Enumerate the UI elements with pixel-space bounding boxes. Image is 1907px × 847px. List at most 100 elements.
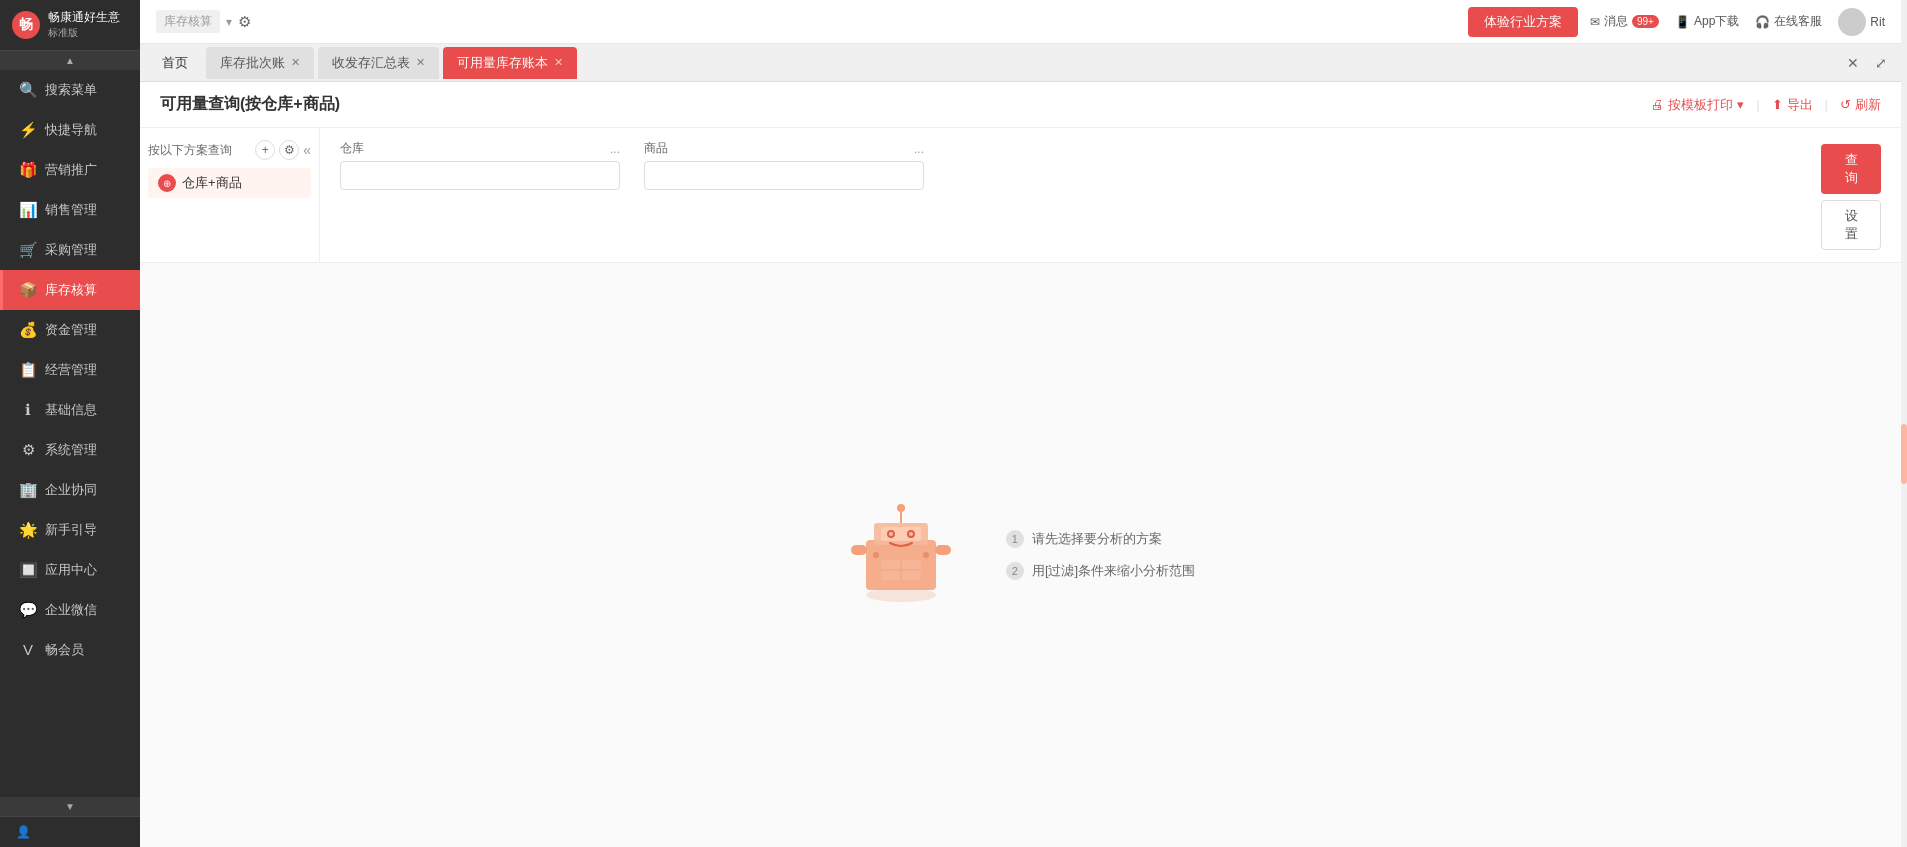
sidebar-label-member: 畅会员 <box>45 641 84 659</box>
sidebar-item-purchase[interactable]: 🛒采购管理 <box>0 230 140 270</box>
logo-sub: 标准版 <box>48 26 120 40</box>
message-icon: ✉ <box>1590 15 1600 29</box>
tab-summary-label: 收发存汇总表 <box>332 54 410 72</box>
divider1: | <box>1756 97 1759 112</box>
filter-area: 按以下方案查询 + ⚙ « ⊕ 仓库+商品 仓库 ... <box>140 128 1901 263</box>
topbar-right: ✉ 消息 99+ 📱 App下载 🎧 在线客服 Rit <box>1590 8 1885 36</box>
trial-btn[interactable]: 体验行业方案 <box>1468 7 1578 37</box>
main-content: 库存核算 ▾ ⚙ 体验行业方案 ✉ 消息 99+ 📱 App下载 🎧 在线客服 … <box>140 0 1901 847</box>
tab-batch-close-icon[interactable]: ✕ <box>291 56 300 69</box>
sidebar-item-quick-nav[interactable]: ⚡快捷导航 <box>0 110 140 150</box>
headphone-icon: 🎧 <box>1755 15 1770 29</box>
filter-warehouse-more-btn[interactable]: ... <box>610 142 620 156</box>
username-label: Rit <box>1870 15 1885 29</box>
sidebar-item-newuser[interactable]: 🌟新手引导 <box>0 510 140 550</box>
sidebar-item-appcenter[interactable]: 🔲应用中心 <box>0 550 140 590</box>
message-badge: 99+ <box>1632 15 1659 28</box>
sidebar-item-system[interactable]: ⚙系统管理 <box>0 430 140 470</box>
empty-tips: 1 请先选择要分析的方案 2 用[过滤]条件来缩小分析范围 <box>1006 530 1195 580</box>
user-profile-btn[interactable]: Rit <box>1838 8 1885 36</box>
sidebar-label-purchase: 采购管理 <box>45 241 97 259</box>
online-service-btn[interactable]: 🎧 在线客服 <box>1755 13 1822 30</box>
sidebar-logo: 畅 畅康通好生意 标准版 <box>0 0 140 51</box>
sidebar-scroll-up[interactable]: ▲ <box>0 51 140 70</box>
sidebar-item-basic[interactable]: ℹ基础信息 <box>0 390 140 430</box>
breadcrumb-chevron-icon[interactable]: ▾ <box>226 15 232 29</box>
svg-rect-9 <box>935 545 951 555</box>
right-scrollbar[interactable] <box>1901 0 1907 847</box>
empty-state: 1 请先选择要分析的方案 2 用[过滤]条件来缩小分析范围 <box>140 263 1901 847</box>
filter-product-input[interactable] <box>644 161 924 190</box>
gear-icon[interactable]: ⚙ <box>238 13 251 31</box>
sidebar: 畅 畅康通好生意 标准版 ▲ 🔍搜索菜单⚡快捷导航🎁营销推广📊销售管理🛒采购管理… <box>0 0 140 847</box>
sidebar-bottom[interactable]: 👤 <box>0 816 140 847</box>
filter-settings-icon[interactable]: ⚙ <box>279 140 299 160</box>
sidebar-item-operation[interactable]: 📋经营管理 <box>0 350 140 390</box>
filter-collapse-icon[interactable]: « <box>303 142 311 158</box>
filter-scheme-item-label: 仓库+商品 <box>182 174 242 192</box>
sidebar-icon-wechat: 💬 <box>19 601 37 619</box>
message-btn[interactable]: ✉ 消息 99+ <box>1590 13 1659 30</box>
svg-point-7 <box>909 532 913 536</box>
svg-point-13 <box>923 552 929 558</box>
print-chevron-icon: ▾ <box>1737 97 1744 112</box>
filter-add-btn[interactable]: + <box>255 140 275 160</box>
sidebar-icon-enterprise: 🏢 <box>19 481 37 499</box>
sidebar-scroll-down[interactable]: ▼ <box>0 797 140 816</box>
logo-icon: 畅 <box>12 11 40 39</box>
filter-actions: 查询 设置 <box>1821 140 1881 250</box>
filter-sidebar: 按以下方案查询 + ⚙ « ⊕ 仓库+商品 <box>140 128 320 262</box>
sidebar-item-wechat[interactable]: 💬 企业微信 <box>0 590 140 630</box>
query-btn[interactable]: 查询 <box>1821 144 1881 194</box>
topbar: 库存核算 ▾ ⚙ 体验行业方案 ✉ 消息 99+ 📱 App下载 🎧 在线客服 … <box>140 0 1901 44</box>
filter-scheme-warehouse[interactable]: ⊕ 仓库+商品 <box>148 168 311 198</box>
sidebar-item-member[interactable]: V畅会员 <box>0 630 140 670</box>
filter-warehouse-label-row: 仓库 ... <box>340 140 620 157</box>
tab-summary[interactable]: 收发存汇总表 ✕ <box>318 47 439 79</box>
export-btn[interactable]: ⬆ 导出 <box>1772 96 1813 114</box>
refresh-btn[interactable]: ↺ 刷新 <box>1840 96 1881 114</box>
filter-scheme-title: 按以下方案查询 <box>148 142 232 159</box>
breadcrumb-text: 库存核算 <box>156 10 220 33</box>
tab-available[interactable]: 可用量库存账本 ✕ <box>443 47 577 79</box>
topbar-breadcrumb-area: 库存核算 ▾ ⚙ <box>156 10 1456 33</box>
export-icon: ⬆ <box>1772 97 1783 112</box>
sidebar-label-quick-nav: 快捷导航 <box>45 121 97 139</box>
sidebar-label-wechat: 企业微信 <box>45 601 97 619</box>
tab-available-close-icon[interactable]: ✕ <box>554 56 563 69</box>
filter-scheme-item-icon: ⊕ <box>158 174 176 192</box>
print-btn[interactable]: 🖨 按模板打印 ▾ <box>1651 96 1744 114</box>
expand-window-btn[interactable]: ⤢ <box>1869 51 1893 75</box>
sidebar-items: 🔍搜索菜单⚡快捷导航🎁营销推广📊销售管理🛒采购管理📦库存核算💰资金管理📋经营管理… <box>0 70 140 797</box>
sidebar-item-search[interactable]: 🔍搜索菜单 <box>0 70 140 110</box>
filter-sidebar-header: 按以下方案查询 + ⚙ « <box>148 140 311 160</box>
filter-product-field: 商品 ... <box>644 140 924 190</box>
filter-product-more-btn[interactable]: ... <box>914 142 924 156</box>
sidebar-item-marketing[interactable]: 🎁营销推广 <box>0 150 140 190</box>
sidebar-item-enterprise[interactable]: 🏢企业协同 <box>0 470 140 510</box>
filter-warehouse-input[interactable] <box>340 161 620 190</box>
sidebar-item-finance[interactable]: 💰资金管理 <box>0 310 140 350</box>
sidebar-label-finance: 资金管理 <box>45 321 97 339</box>
app-download-btn[interactable]: 📱 App下载 <box>1675 13 1739 30</box>
tab-home[interactable]: 首页 <box>148 47 202 79</box>
empty-tip-2-text: 用[过滤]条件来缩小分析范围 <box>1032 562 1195 580</box>
print-label: 按模板打印 <box>1668 96 1733 114</box>
sidebar-label-sales: 销售管理 <box>45 201 97 219</box>
tabs-window-controls: ✕ ⤢ <box>1841 51 1893 75</box>
step-num-2: 2 <box>1006 562 1024 580</box>
sidebar-item-sales[interactable]: 📊销售管理 <box>0 190 140 230</box>
right-scrollbar-thumb[interactable] <box>1901 424 1907 484</box>
close-window-btn[interactable]: ✕ <box>1841 51 1865 75</box>
sidebar-label-search: 搜索菜单 <box>45 81 97 99</box>
svg-point-12 <box>873 552 879 558</box>
filter-sidebar-actions: + ⚙ « <box>255 140 311 160</box>
settings-btn[interactable]: 设置 <box>1821 200 1881 250</box>
tab-batch[interactable]: 库存批次账 ✕ <box>206 47 314 79</box>
tab-home-label: 首页 <box>162 54 188 72</box>
tab-summary-close-icon[interactable]: ✕ <box>416 56 425 69</box>
sidebar-item-inventory[interactable]: 📦库存核算 <box>0 270 140 310</box>
sidebar-icon-operation: 📋 <box>19 361 37 379</box>
tab-batch-label: 库存批次账 <box>220 54 285 72</box>
step-num-1: 1 <box>1006 530 1024 548</box>
